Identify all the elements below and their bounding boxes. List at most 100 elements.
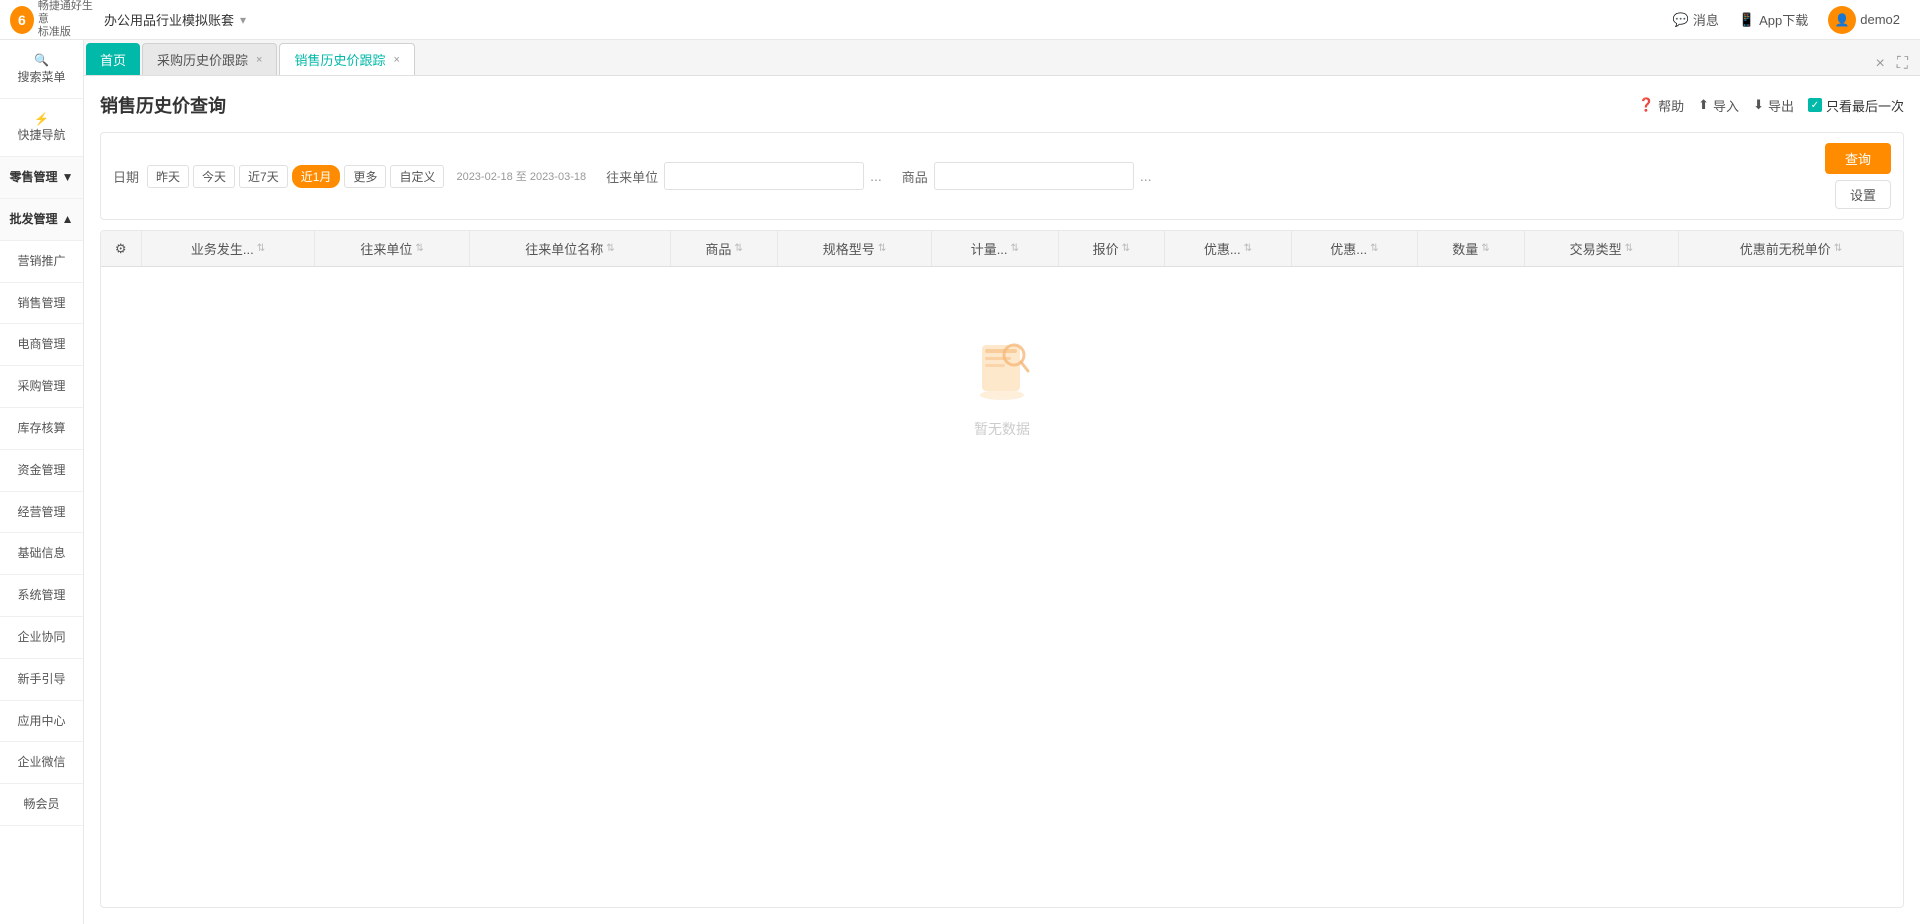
- message-button[interactable]: 💬 消息: [1673, 10, 1719, 29]
- partner-filter-label: 往来单位: [606, 167, 658, 186]
- sort-spec-icon: ⇅: [878, 243, 886, 254]
- table-container: ⚙ 业务发生... ⇅ 往来单位: [100, 230, 1904, 908]
- date-btn-more[interactable]: 更多: [344, 165, 386, 188]
- sidebar-item-system-mgmt[interactable]: 系统管理: [0, 575, 83, 617]
- dropdown-arrow-icon[interactable]: ▾: [240, 13, 246, 27]
- app-download-icon: 📱: [1739, 12, 1755, 28]
- table-col-discount1[interactable]: 优惠... ⇅: [1165, 231, 1291, 267]
- sidebar-item-sales-mgmt[interactable]: 销售管理: [0, 283, 83, 325]
- empty-illustration: [962, 327, 1042, 407]
- table-col-discount2[interactable]: 优惠... ⇅: [1291, 231, 1417, 267]
- filter-row: 日期 昨天 今天 近7天 近1月 更多 自定义 2023-02-18 至 202…: [100, 132, 1904, 220]
- partner-picker-button[interactable]: ...: [870, 168, 882, 184]
- content-area: 首页 采购历史价跟踪 × 销售历史价跟踪 × × ⛶ 销售历史价查询: [84, 40, 1920, 924]
- sidebar-item-inventory[interactable]: 库存核算: [0, 408, 83, 450]
- fullscreen-button[interactable]: ⛶: [1895, 53, 1910, 75]
- page-header-actions: ❓ 帮助 ⬆ 导入 ⬇ 导出 ✓ 只看最后一次: [1638, 96, 1904, 115]
- table-col-partner-name[interactable]: 往来单位名称 ⇅: [469, 231, 671, 267]
- table-col-product[interactable]: 商品 ⇅: [671, 231, 778, 267]
- date-filter-label: 日期: [113, 167, 139, 186]
- top-right-actions: 💬 消息 📱 App下载 👤 demo2: [1673, 6, 1910, 34]
- app-title-area: 办公用品行业模拟账套 ▾: [94, 10, 1673, 29]
- sort-unit-icon: ⇅: [1011, 243, 1019, 254]
- date-btn-last1m[interactable]: 近1月: [292, 165, 341, 188]
- tab-close-purchase[interactable]: ×: [256, 54, 262, 66]
- sort-biz-date-icon: ⇅: [257, 243, 265, 254]
- sidebar-item-member-card[interactable]: 畅会员: [0, 784, 83, 826]
- sidebar-item-enterprise-collab[interactable]: 企业协同: [0, 617, 83, 659]
- empty-text: 暂无数据: [974, 419, 1030, 439]
- sidebar-item-app-center[interactable]: 应用中心: [0, 701, 83, 743]
- top-bar: 6 畅捷通好生意 标准版 办公用品行业模拟账套 ▾ 💬 消息 📱 App下载 👤…: [0, 0, 1920, 40]
- date-filter-group: 日期 昨天 今天 近7天 近1月 更多 自定义 2023-02-18 至 202…: [113, 165, 586, 188]
- date-btn-yesterday[interactable]: 昨天: [147, 165, 189, 188]
- sidebar-item-search-menu[interactable]: 🔍 搜索菜单: [0, 40, 83, 99]
- only-last-checkbox-group[interactable]: ✓ 只看最后一次: [1808, 96, 1904, 115]
- date-btn-custom[interactable]: 自定义: [390, 165, 444, 188]
- tab-close-sales[interactable]: ×: [393, 54, 399, 66]
- sort-partner-name-icon: ⇅: [606, 243, 614, 254]
- tab-actions: × ⛶: [1873, 53, 1920, 75]
- table-col-pre-tax-price[interactable]: 优惠前无税单价 ⇅: [1678, 231, 1903, 267]
- tab-purchase-history[interactable]: 采购历史价跟踪 ×: [142, 43, 277, 75]
- only-last-checkbox[interactable]: ✓: [1808, 98, 1822, 112]
- sidebar-item-new-guide[interactable]: 新手引导: [0, 659, 83, 701]
- table-col-unit[interactable]: 计量... ⇅: [932, 231, 1058, 267]
- settings-button[interactable]: 设置: [1835, 180, 1891, 209]
- table-col-spec[interactable]: 规格型号 ⇅: [777, 231, 931, 267]
- sidebar-item-wholesale-mgmt[interactable]: 批发管理 ▲: [0, 199, 83, 241]
- tab-sales-history[interactable]: 销售历史价跟踪 ×: [279, 43, 414, 75]
- table-col-biz-date[interactable]: 业务发生... ⇅: [141, 231, 315, 267]
- tab-home[interactable]: 首页: [86, 43, 140, 75]
- date-buttons: 昨天 今天 近7天 近1月 更多 自定义: [147, 165, 444, 188]
- logo-text: 畅捷通好生意 标准版: [38, 0, 94, 39]
- product-filter-label: 商品: [902, 167, 928, 186]
- sidebar-item-retail-mgmt[interactable]: 零售管理 ▼: [0, 157, 83, 199]
- help-icon: ❓: [1638, 97, 1654, 113]
- avatar: 👤: [1828, 6, 1856, 34]
- query-button[interactable]: 查询: [1825, 143, 1891, 174]
- table-col-quote[interactable]: 报价 ⇅: [1058, 231, 1165, 267]
- tab-bar: 首页 采购历史价跟踪 × 销售历史价跟踪 × × ⛶: [84, 40, 1920, 76]
- product-input[interactable]: [934, 162, 1134, 190]
- sidebar-item-quick-nav[interactable]: ⚡ 快捷导航: [0, 99, 83, 158]
- table-col-trade-type[interactable]: 交易类型 ⇅: [1524, 231, 1678, 267]
- import-button[interactable]: ⬆ 导入: [1698, 96, 1739, 115]
- partner-input[interactable]: [664, 162, 864, 190]
- sort-partner-code-icon: ⇅: [415, 243, 423, 254]
- sidebar-item-ecommerce-mgmt[interactable]: 电商管理: [0, 324, 83, 366]
- table-col-qty[interactable]: 数量 ⇅: [1418, 231, 1525, 267]
- export-icon: ⬇: [1753, 97, 1764, 113]
- chevron-up-icon: ▼: [62, 169, 74, 186]
- app-title: 办公用品行业模拟账套: [104, 10, 234, 29]
- sort-product-icon: ⇅: [734, 243, 742, 254]
- sidebar-item-purchase-mgmt[interactable]: 采购管理: [0, 366, 83, 408]
- empty-state-svg: [962, 327, 1042, 407]
- table-col-gear[interactable]: ⚙: [101, 231, 141, 267]
- gear-icon[interactable]: ⚙: [115, 241, 127, 256]
- app-download-button[interactable]: 📱 App下载: [1739, 10, 1808, 29]
- sidebar-item-marketing[interactable]: 营销推广: [0, 241, 83, 283]
- help-button[interactable]: ❓ 帮助: [1638, 96, 1684, 115]
- sort-discount1-icon: ⇅: [1244, 243, 1252, 254]
- sidebar-item-operations-mgmt[interactable]: 经营管理: [0, 492, 83, 534]
- search-menu-icon: 🔍: [34, 52, 49, 69]
- filter-actions: 查询 设置: [1825, 143, 1891, 209]
- page-title: 销售历史价查询: [100, 92, 226, 118]
- sort-quote-icon: ⇅: [1122, 243, 1130, 254]
- sidebar-item-basic-info[interactable]: 基础信息: [0, 533, 83, 575]
- date-btn-last7[interactable]: 近7天: [239, 165, 288, 188]
- product-picker-button[interactable]: ...: [1140, 168, 1152, 184]
- empty-state: 暂无数据: [101, 267, 1903, 499]
- table-col-partner-code[interactable]: 往来单位 ⇅: [315, 231, 469, 267]
- sidebar-item-finance-mgmt[interactable]: 资金管理: [0, 450, 83, 492]
- close-all-tabs-button[interactable]: ×: [1873, 53, 1886, 75]
- sort-discount2-icon: ⇅: [1370, 243, 1378, 254]
- data-table: ⚙ 业务发生... ⇅ 往来单位: [101, 231, 1903, 267]
- page-content: 销售历史价查询 ❓ 帮助 ⬆ 导入 ⬇ 导出 ✓: [84, 76, 1920, 924]
- user-avatar-area[interactable]: 👤 demo2: [1828, 6, 1900, 34]
- import-icon: ⬆: [1698, 97, 1709, 113]
- date-btn-today[interactable]: 今天: [193, 165, 235, 188]
- export-button[interactable]: ⬇ 导出: [1753, 96, 1794, 115]
- sidebar-item-enterprise-wechat[interactable]: 企业微信: [0, 742, 83, 784]
